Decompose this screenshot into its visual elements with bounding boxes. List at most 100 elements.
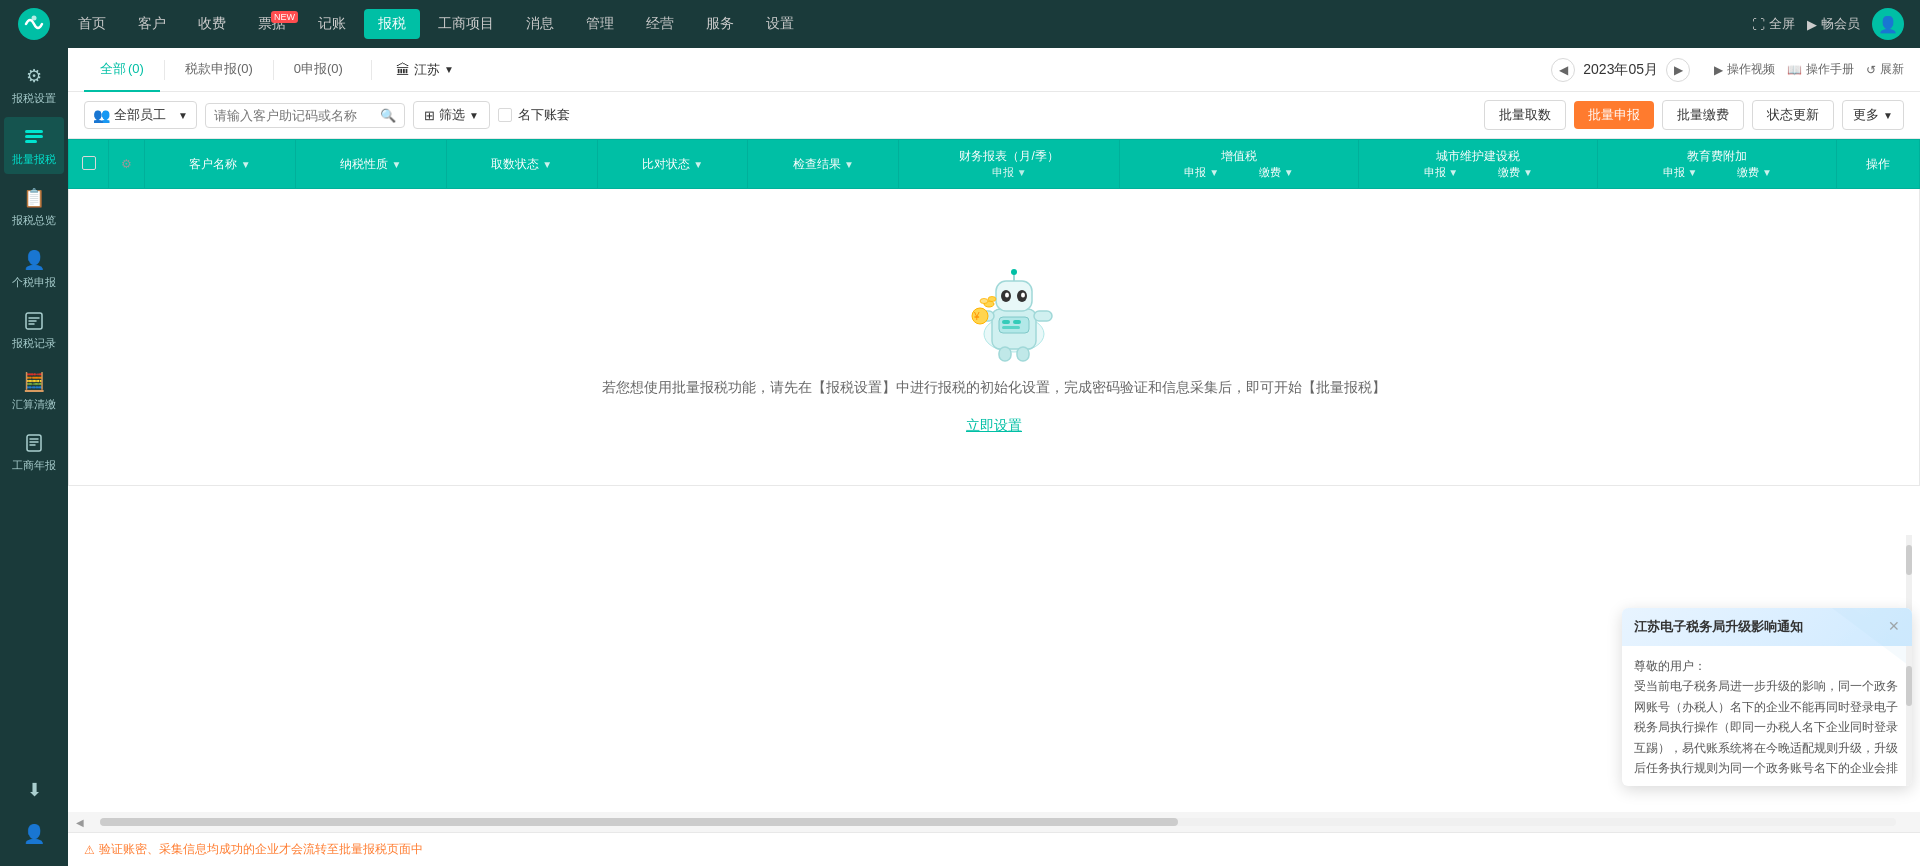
sort-icon-edu-declare[interactable]: ▼ bbox=[1685, 167, 1698, 178]
account-checkbox[interactable] bbox=[498, 108, 512, 122]
empty-text: 若您想使用批量报税功能，请先在【报税设置】中进行报税的初始化设置，完成密码验证和… bbox=[602, 379, 1386, 397]
user-avatar[interactable]: 👤 bbox=[1872, 8, 1904, 40]
svg-rect-2 bbox=[25, 130, 43, 133]
horizontal-scrollbar-thumb[interactable] bbox=[100, 818, 1178, 826]
data-table: ⚙ 客户名称 ▼ 纳税性质 ▼ 取数状态 ▼ bbox=[68, 139, 1920, 486]
sort-icon-fetch[interactable]: ▼ bbox=[542, 159, 552, 170]
sidebar-label-batch-tax: 批量报税 bbox=[12, 153, 56, 166]
horizontal-scrollbar-container: ◀ bbox=[68, 812, 1920, 832]
tab-zero-declare[interactable]: 0申报 (0) bbox=[278, 48, 359, 92]
tab-tax-declare[interactable]: 税款申报 (0) bbox=[169, 48, 269, 92]
refresh-btn[interactable]: ↺ 展新 bbox=[1866, 61, 1904, 78]
status-update-btn[interactable]: 状态更新 bbox=[1752, 100, 1834, 130]
right-scrollbar-thumb[interactable] bbox=[1906, 545, 1912, 575]
bottom-hint: ⚠ 验证账密、采集信息均成功的企业才会流转至批量报税页面中 bbox=[68, 832, 1920, 866]
nav-fee[interactable]: 收费 bbox=[184, 9, 240, 39]
operation-video-btn[interactable]: ▶ 操作视频 bbox=[1714, 61, 1775, 78]
sort-icon-vat-declare[interactable]: ▼ bbox=[1206, 167, 1219, 178]
nav-manage[interactable]: 管理 bbox=[572, 9, 628, 39]
tab-all[interactable]: 全部 (0) bbox=[84, 48, 160, 92]
select-all-checkbox[interactable] bbox=[82, 156, 96, 170]
nav-message[interactable]: 消息 bbox=[512, 9, 568, 39]
scroll-left-icon[interactable]: ◀ bbox=[76, 817, 84, 828]
sidebar-item-download[interactable]: ⬇ bbox=[4, 770, 64, 810]
top-nav-right: ⛶ 全屏 ▶ 畅会员 👤 bbox=[1752, 8, 1904, 40]
svg-point-21 bbox=[980, 299, 988, 304]
sort-icon-compare[interactable]: ▼ bbox=[693, 159, 703, 170]
horizontal-scrollbar[interactable] bbox=[100, 818, 1896, 826]
tab-bar: 全部 (0) 税款申报 (0) 0申报 (0) 🏛 江苏 ▼ ◀ 2023年05… bbox=[68, 48, 1920, 92]
nav-service[interactable]: 服务 bbox=[692, 9, 748, 39]
fullscreen-btn[interactable]: ⛶ 全屏 bbox=[1752, 15, 1795, 33]
batch-declare-btn[interactable]: 批量申报 bbox=[1574, 101, 1654, 129]
toolbar-right: 批量取数 批量申报 批量缴费 状态更新 更多 ▼ bbox=[1484, 100, 1904, 130]
sort-icon-city-pay[interactable]: ▼ bbox=[1520, 167, 1533, 178]
divider-province bbox=[371, 60, 372, 80]
svg-rect-3 bbox=[25, 135, 43, 138]
more-btn[interactable]: 更多 ▼ bbox=[1842, 100, 1904, 130]
th-operation: 操作 bbox=[1837, 140, 1920, 189]
notification-scrollbar-thumb[interactable] bbox=[1906, 666, 1912, 706]
top-navigation: 首页 客户 收费 票据 NEW 记账 报税 工商项目 消息 管理 经营 服务 设… bbox=[0, 0, 1920, 48]
notification-text: 受当前电子税务局进一步升级的影响，同一个政务网账号（办税人）名下的企业不能再同时… bbox=[1634, 676, 1900, 778]
sort-icon-city-declare[interactable]: ▼ bbox=[1446, 167, 1459, 178]
refresh-icon: ↺ bbox=[1866, 63, 1876, 77]
sort-icon-vat-pay[interactable]: ▼ bbox=[1281, 167, 1294, 178]
svg-point-22 bbox=[988, 297, 996, 302]
sidebar-item-personal-tax[interactable]: 👤 个税申报 bbox=[4, 240, 64, 297]
member-btn[interactable]: ▶ 畅会员 bbox=[1807, 15, 1860, 33]
svg-rect-26 bbox=[1002, 320, 1010, 324]
sidebar-item-user[interactable]: 👤 bbox=[4, 814, 64, 854]
nav-settings[interactable]: 设置 bbox=[752, 9, 808, 39]
new-badge: NEW bbox=[271, 11, 298, 23]
sidebar-label-tax-overview: 报税总览 bbox=[12, 214, 56, 227]
tab-divider-2 bbox=[273, 60, 274, 80]
logo bbox=[16, 6, 52, 42]
notification-scrollbar[interactable] bbox=[1906, 646, 1912, 786]
batch-pay-btn[interactable]: 批量缴费 bbox=[1662, 100, 1744, 130]
nav-home[interactable]: 首页 bbox=[64, 9, 120, 39]
svg-point-12 bbox=[1005, 293, 1009, 298]
month-next-btn[interactable]: ▶ bbox=[1666, 58, 1690, 82]
month-label: 2023年05月 bbox=[1583, 61, 1658, 79]
sort-icon-customer[interactable]: ▼ bbox=[241, 159, 251, 170]
sidebar-label-tax-settings: 报税设置 bbox=[12, 92, 56, 105]
nav-tax[interactable]: 报税 bbox=[364, 9, 420, 39]
th-city-tax: 城市维护建设税 申报 ▼ 缴费 ▼ bbox=[1359, 140, 1598, 189]
month-prev-btn[interactable]: ◀ bbox=[1551, 58, 1575, 82]
sidebar-item-tax-records[interactable]: 报税记录 bbox=[4, 301, 64, 358]
sidebar-item-annual-report[interactable]: 工商年报 bbox=[4, 423, 64, 480]
employee-chevron-icon: ▼ bbox=[178, 110, 188, 121]
sidebar-item-batch-tax[interactable]: 批量报税 bbox=[4, 117, 64, 174]
sidebar-label-personal-tax: 个税申报 bbox=[12, 276, 56, 289]
column-settings-icon[interactable]: ⚙ bbox=[121, 157, 132, 171]
sort-icon-tax-nature[interactable]: ▼ bbox=[392, 159, 402, 170]
search-input[interactable] bbox=[214, 108, 376, 123]
sort-icon-edu-pay[interactable]: ▼ bbox=[1759, 167, 1772, 178]
account-checkbox-label[interactable]: 名下账套 bbox=[498, 106, 570, 124]
province-selector[interactable]: 🏛 江苏 ▼ bbox=[384, 61, 466, 79]
nav-operation[interactable]: 经营 bbox=[632, 9, 688, 39]
sidebar-item-settlement[interactable]: 🧮 汇算清缴 bbox=[4, 362, 64, 419]
th-vat: 增值税 申报 ▼ 缴费 ▼ bbox=[1120, 140, 1359, 189]
th-gear: ⚙ bbox=[109, 140, 145, 189]
th-financial-report: 财务报表（月/季） 申报 ▼ bbox=[899, 140, 1120, 189]
nav-bookkeeping[interactable]: 记账 bbox=[304, 9, 360, 39]
batch-tax-icon bbox=[22, 125, 46, 149]
sort-icon-financial[interactable]: ▼ bbox=[1017, 167, 1027, 178]
svg-rect-27 bbox=[1013, 320, 1021, 324]
sidebar-item-tax-settings[interactable]: ⚙ 报税设置 bbox=[4, 56, 64, 113]
operation-manual-btn[interactable]: 📖 操作手册 bbox=[1787, 61, 1854, 78]
employee-selector[interactable]: 👥 全部员工 ▼ bbox=[84, 101, 197, 129]
nav-business[interactable]: 工商项目 bbox=[424, 9, 508, 39]
batch-fetch-btn[interactable]: 批量取数 bbox=[1484, 100, 1566, 130]
month-navigation: ◀ 2023年05月 ▶ bbox=[1551, 58, 1690, 82]
sort-icon-check[interactable]: ▼ bbox=[844, 159, 854, 170]
nav-invoice[interactable]: 票据 NEW bbox=[244, 9, 300, 39]
svg-rect-24 bbox=[1017, 347, 1029, 361]
svg-point-15 bbox=[1011, 269, 1017, 275]
filter-btn[interactable]: ⊞ 筛选 ▼ bbox=[413, 101, 490, 129]
nav-customer[interactable]: 客户 bbox=[124, 9, 180, 39]
setup-link[interactable]: 立即设置 bbox=[966, 417, 1022, 435]
sidebar-item-tax-overview[interactable]: 📋 报税总览 bbox=[4, 178, 64, 235]
